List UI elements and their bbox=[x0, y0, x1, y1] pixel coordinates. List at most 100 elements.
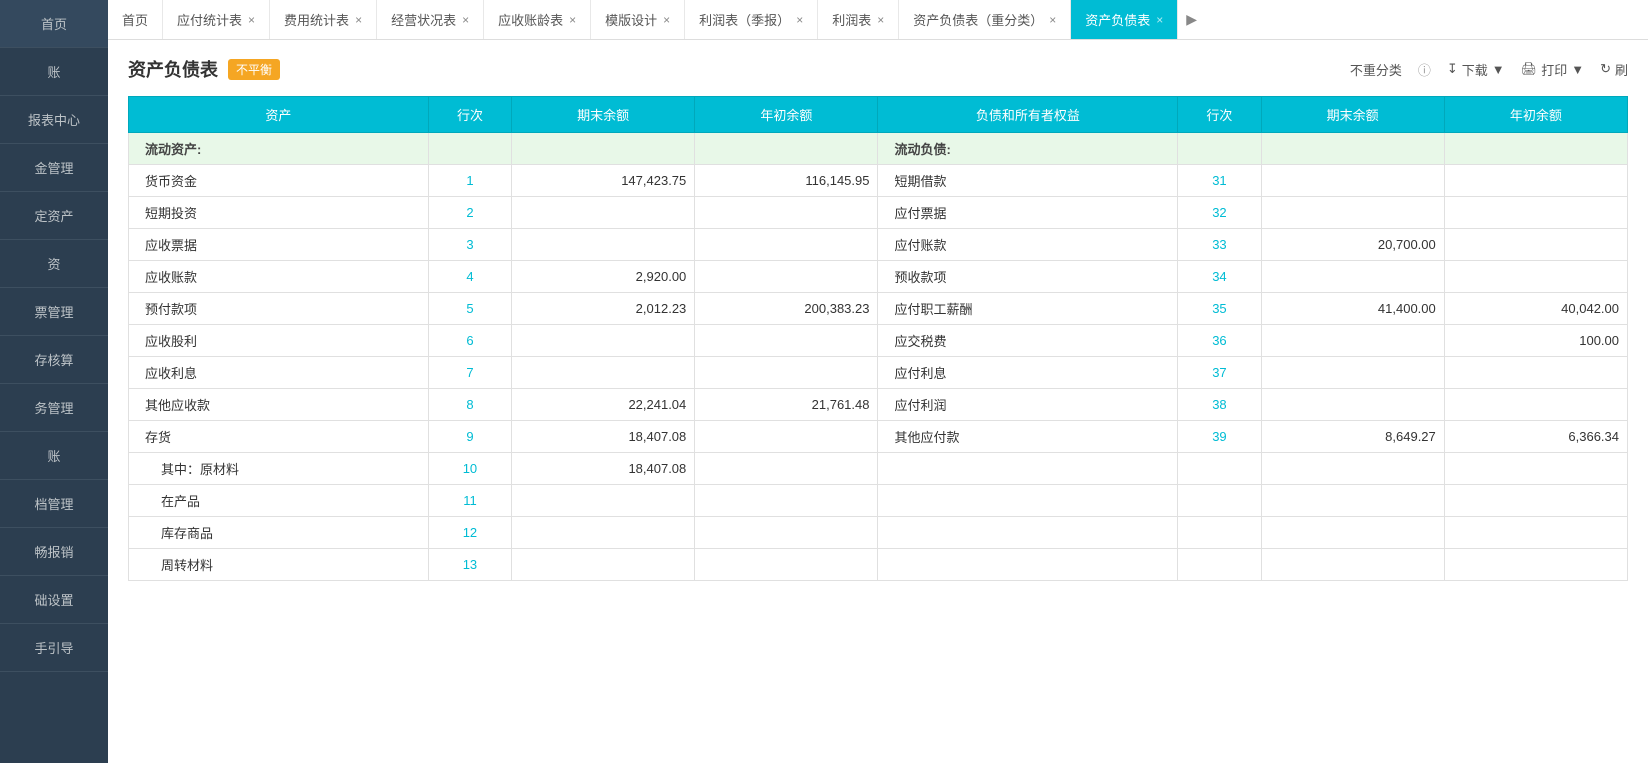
tab-close-balance-sheet[interactable]: × bbox=[1156, 13, 1163, 27]
left-asset-name[interactable]: 应收利息 bbox=[129, 357, 429, 389]
right-liability-name[interactable]: 应付账款 bbox=[878, 229, 1178, 261]
right-year-start[interactable] bbox=[1444, 517, 1627, 549]
tab-expense-stats[interactable]: 费用统计表 × bbox=[270, 0, 377, 40]
right-liability-name[interactable]: 应交税费 bbox=[878, 325, 1178, 357]
right-period-end[interactable] bbox=[1261, 453, 1444, 485]
left-period-end[interactable] bbox=[512, 325, 695, 357]
left-asset-name[interactable]: 其中：原材料 bbox=[129, 453, 429, 485]
right-liability-name[interactable] bbox=[878, 453, 1178, 485]
sidebar-item-fixed-assets[interactable]: 定资产 bbox=[0, 192, 108, 240]
right-period-end[interactable] bbox=[1261, 261, 1444, 293]
sidebar-item-account[interactable]: 账 bbox=[0, 48, 108, 96]
right-period-end[interactable]: 41,400.00 bbox=[1261, 293, 1444, 325]
sidebar-item-report-center[interactable]: 报表中心 bbox=[0, 96, 108, 144]
left-asset-name[interactable]: 存货 bbox=[129, 421, 429, 453]
left-asset-name[interactable]: 预付款项 bbox=[129, 293, 429, 325]
left-asset-name[interactable]: 货币资金 bbox=[129, 165, 429, 197]
left-asset-name[interactable]: 短期投资 bbox=[129, 197, 429, 229]
tab-profit-quarterly[interactable]: 利润表（季报） × bbox=[685, 0, 818, 40]
right-liability-name[interactable] bbox=[878, 549, 1178, 581]
download-button[interactable]: ↧ 下载 ▼ bbox=[1447, 60, 1505, 79]
tab-receivable-aging[interactable]: 应收账龄表 × bbox=[484, 0, 591, 40]
right-year-start[interactable] bbox=[1444, 549, 1627, 581]
tab-close-payable-stats[interactable]: × bbox=[248, 13, 255, 27]
left-period-end[interactable] bbox=[512, 549, 695, 581]
sidebar-item-ledger[interactable]: 账 bbox=[0, 432, 108, 480]
tab-operation-status[interactable]: 经营状况表 × bbox=[377, 0, 484, 40]
sidebar-item-investment[interactable]: 资 bbox=[0, 240, 108, 288]
refresh-button[interactable]: ↻ 刷 bbox=[1600, 60, 1628, 79]
right-period-end[interactable] bbox=[1261, 549, 1444, 581]
left-period-end[interactable]: 2,012.23 bbox=[512, 293, 695, 325]
tab-close-balance-reclassified[interactable]: × bbox=[1049, 13, 1056, 27]
left-year-start[interactable]: 200,383.23 bbox=[695, 293, 878, 325]
left-period-end[interactable]: 22,241.04 bbox=[512, 389, 695, 421]
right-year-start[interactable] bbox=[1444, 453, 1627, 485]
sidebar-item-finance-mgmt[interactable]: 务管理 bbox=[0, 384, 108, 432]
tab-home[interactable]: 首页 bbox=[108, 0, 163, 40]
right-year-start[interactable] bbox=[1444, 165, 1627, 197]
left-period-end[interactable]: 147,423.75 bbox=[512, 165, 695, 197]
sidebar-item-doc-mgmt[interactable]: 档管理 bbox=[0, 480, 108, 528]
tab-close-expense-stats[interactable]: × bbox=[355, 13, 362, 27]
right-period-end[interactable] bbox=[1261, 357, 1444, 389]
right-period-end[interactable]: 8,649.27 bbox=[1261, 421, 1444, 453]
right-period-end[interactable] bbox=[1261, 165, 1444, 197]
sidebar-item-home[interactable]: 首页 bbox=[0, 0, 108, 48]
sidebar-item-inventory[interactable]: 存核算 bbox=[0, 336, 108, 384]
left-year-start[interactable] bbox=[695, 485, 878, 517]
right-liability-name[interactable] bbox=[878, 485, 1178, 517]
right-year-start[interactable]: 6,366.34 bbox=[1444, 421, 1627, 453]
left-period-end[interactable] bbox=[512, 197, 695, 229]
left-year-start[interactable] bbox=[695, 197, 878, 229]
left-period-end[interactable]: 18,407.08 bbox=[512, 453, 695, 485]
left-asset-name[interactable]: 应收股利 bbox=[129, 325, 429, 357]
tab-balance-reclassified[interactable]: 资产负债表（重分类） × bbox=[899, 0, 1071, 40]
right-liability-name[interactable] bbox=[878, 517, 1178, 549]
right-period-end[interactable] bbox=[1261, 389, 1444, 421]
right-liability-name[interactable]: 应付票据 bbox=[878, 197, 1178, 229]
right-period-end[interactable] bbox=[1261, 197, 1444, 229]
left-asset-name[interactable]: 应收票据 bbox=[129, 229, 429, 261]
left-year-start[interactable] bbox=[695, 261, 878, 293]
tab-template-design[interactable]: 模版设计 × bbox=[591, 0, 685, 40]
tab-scroll-right[interactable]: ▶ bbox=[1178, 11, 1205, 28]
right-year-start[interactable] bbox=[1444, 485, 1627, 517]
tab-payable-stats[interactable]: 应付统计表 × bbox=[163, 0, 270, 40]
left-year-start[interactable]: 21,761.48 bbox=[695, 389, 878, 421]
tab-close-profit-quarterly[interactable]: × bbox=[796, 13, 803, 27]
tab-close-receivable-aging[interactable]: × bbox=[569, 13, 576, 27]
left-year-start[interactable] bbox=[695, 421, 878, 453]
right-year-start[interactable]: 40,042.00 bbox=[1444, 293, 1627, 325]
right-year-start[interactable] bbox=[1444, 197, 1627, 229]
left-year-start[interactable] bbox=[695, 357, 878, 389]
right-liability-name[interactable]: 应付利润 bbox=[878, 389, 1178, 421]
tab-profit[interactable]: 利润表 × bbox=[818, 0, 899, 40]
right-liability-name[interactable]: 应付利息 bbox=[878, 357, 1178, 389]
right-year-start[interactable] bbox=[1444, 357, 1627, 389]
left-year-start[interactable] bbox=[695, 517, 878, 549]
left-year-start[interactable] bbox=[695, 453, 878, 485]
left-asset-name[interactable]: 在产品 bbox=[129, 485, 429, 517]
right-year-start[interactable] bbox=[1444, 261, 1627, 293]
tab-close-template-design[interactable]: × bbox=[663, 13, 670, 27]
left-period-end[interactable] bbox=[512, 517, 695, 549]
left-year-start[interactable] bbox=[695, 549, 878, 581]
right-period-end[interactable] bbox=[1261, 517, 1444, 549]
tab-close-operation-status[interactable]: × bbox=[462, 13, 469, 27]
right-liability-name[interactable]: 其他应付款 bbox=[878, 421, 1178, 453]
left-asset-name[interactable]: 周转材料 bbox=[129, 549, 429, 581]
left-year-start[interactable] bbox=[695, 325, 878, 357]
right-year-start[interactable]: 100.00 bbox=[1444, 325, 1627, 357]
sidebar-item-expense[interactable]: 畅报销 bbox=[0, 528, 108, 576]
right-period-end[interactable] bbox=[1261, 325, 1444, 357]
left-period-end[interactable]: 18,407.08 bbox=[512, 421, 695, 453]
left-period-end[interactable]: 2,920.00 bbox=[512, 261, 695, 293]
tab-balance-sheet[interactable]: 资产负债表 × bbox=[1071, 0, 1178, 40]
left-asset-name[interactable]: 其他应收款 bbox=[129, 389, 429, 421]
right-period-end[interactable]: 20,700.00 bbox=[1261, 229, 1444, 261]
right-year-start[interactable] bbox=[1444, 389, 1627, 421]
right-liability-name[interactable]: 应付职工薪酬 bbox=[878, 293, 1178, 325]
right-liability-name[interactable]: 短期借款 bbox=[878, 165, 1178, 197]
left-asset-name[interactable]: 库存商品 bbox=[129, 517, 429, 549]
